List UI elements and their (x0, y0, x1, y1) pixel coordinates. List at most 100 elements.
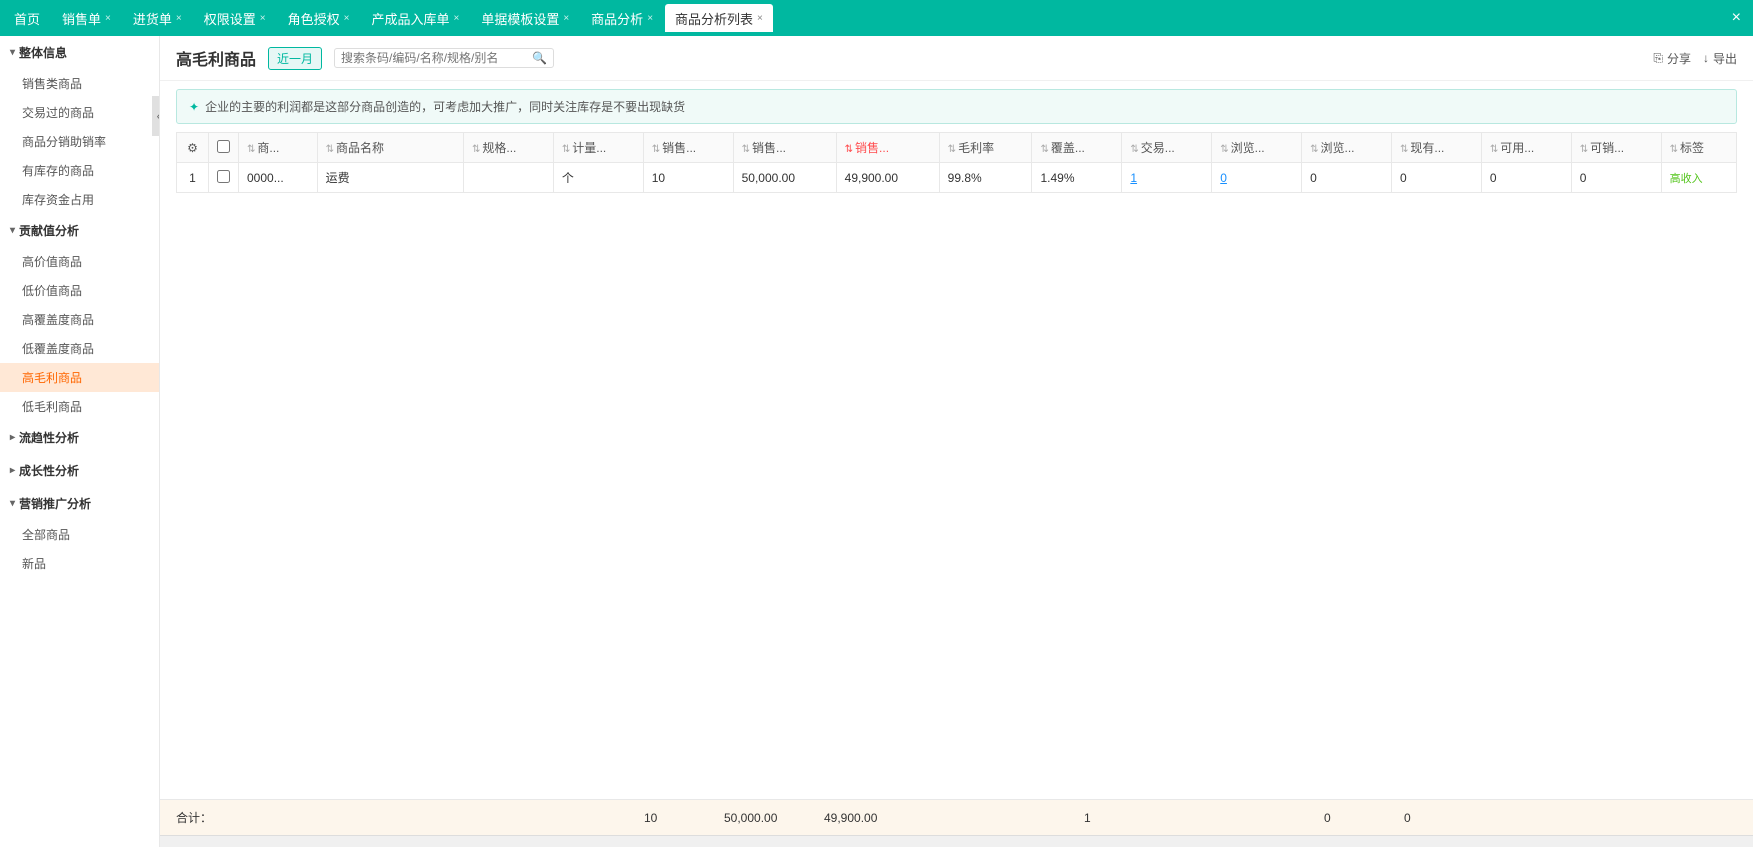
col-code[interactable]: ⇅商... (239, 133, 318, 163)
share-button[interactable]: ⎘ 分享 (1653, 50, 1691, 67)
filter-recent-month-button[interactable]: 近一月 (268, 47, 322, 70)
notice-text: 企业的主要的利润都是这部分商品创造的，可考虑加大推广，同时关注库存是不要出现缺货 (205, 98, 685, 115)
table-row: 1 0000... 运费 个 10 50,000.00 49,900.00 99… (177, 163, 1737, 193)
row-tag: 高收入 (1661, 163, 1736, 193)
footer-bar: 合计： 10 50,000.00 49,900.00 1 0 0 (160, 799, 1753, 835)
row-sales-qty: 10 (643, 163, 733, 193)
share-icon: ⎘ (1653, 51, 1663, 66)
sidebar-item-traded-goods[interactable]: 交易过的商品 (0, 98, 159, 127)
tab-product-analysis-list[interactable]: 商品分析列表 × (665, 4, 773, 32)
content-area: 高毛利商品 近一月 🔍 ⎘ 分享 ↓ 导出 ✦ 企业的主要的利润都是这部分商品创… (160, 36, 1753, 847)
col-transactions[interactable]: ⇅交易... (1122, 133, 1212, 163)
tab-permission-settings[interactable]: 权限设置 × (194, 4, 276, 32)
export-button[interactable]: ↓ 导出 (1703, 50, 1737, 67)
col-settings[interactable]: ⚙ (177, 133, 209, 163)
sidebar-item-inventory-capital[interactable]: 库存资金占用 (0, 185, 159, 214)
col-coverage[interactable]: ⇅覆盖... (1032, 133, 1122, 163)
arrow-right-icon: ▸ (10, 432, 15, 443)
sidebar-group-marketing[interactable]: ▾ 营销推广分析 (0, 487, 159, 520)
tag-badge: 高收入 (1670, 173, 1703, 185)
table-header-row: ⚙ ⇅商... ⇅商品名称 ⇅规格... ⇅计量... ⇅销售... ⇅销售..… (177, 133, 1737, 163)
col-name[interactable]: ⇅商品名称 (317, 133, 463, 163)
col-views2[interactable]: ⇅浏览... (1302, 133, 1392, 163)
sidebar-item-low-value[interactable]: 低价值商品 (0, 276, 159, 305)
tab-role-auth[interactable]: 角色授权 × (278, 4, 360, 32)
row-checkbox[interactable] (209, 163, 239, 193)
data-table: ⚙ ⇅商... ⇅商品名称 ⇅规格... ⇅计量... ⇅销售... ⇅销售..… (176, 132, 1737, 193)
sidebar-collapse-button[interactable]: « (152, 96, 160, 136)
tab-sales-order[interactable]: 销售单 × (52, 4, 121, 32)
row-sellable: 0 (1571, 163, 1661, 193)
col-current-stock[interactable]: ⇅现有... (1391, 133, 1481, 163)
sidebar-item-all-goods[interactable]: 全部商品 (0, 520, 159, 549)
arrow-right-icon: ▸ (10, 465, 15, 476)
sidebar-group-growth[interactable]: ▸ 成长性分析 (0, 454, 159, 487)
window-close-button[interactable]: × (1724, 9, 1749, 27)
close-icon[interactable]: × (260, 13, 266, 24)
sidebar-item-low-coverage[interactable]: 低覆盖度商品 (0, 334, 159, 363)
transactions-link[interactable]: 1 (1130, 171, 1137, 185)
col-sales-profit[interactable]: ⇅销售... (836, 133, 939, 163)
sidebar-group-trend[interactable]: ▸ 流趋性分析 (0, 421, 159, 454)
search-icon[interactable]: 🔍 (532, 51, 547, 65)
sidebar-item-high-coverage[interactable]: 高覆盖度商品 (0, 305, 159, 334)
tab-home[interactable]: 首页 (4, 4, 50, 32)
tab-template-settings[interactable]: 单据模板设置 × (471, 4, 579, 32)
sidebar-item-low-margin[interactable]: 低毛利商品 (0, 392, 159, 421)
col-sellable[interactable]: ⇅可销... (1571, 133, 1661, 163)
col-unit[interactable]: ⇅计量... (553, 133, 643, 163)
col-views1[interactable]: ⇅浏览... (1212, 133, 1302, 163)
content-header: 高毛利商品 近一月 🔍 ⎘ 分享 ↓ 导出 (160, 36, 1753, 81)
arrow-down-icon: ▾ (10, 47, 15, 58)
sidebar-item-stocked-goods[interactable]: 有库存的商品 (0, 156, 159, 185)
col-spec[interactable]: ⇅规格... (463, 133, 553, 163)
tab-purchase-order[interactable]: 进货单 × (123, 4, 192, 32)
row-index: 1 (177, 163, 209, 193)
col-gross-margin[interactable]: ⇅毛利率 (939, 133, 1032, 163)
col-tag[interactable]: ⇅标签 (1661, 133, 1736, 163)
sidebar-group-overall[interactable]: ▾ 整体信息 (0, 36, 159, 69)
tab-product-analysis[interactable]: 商品分析 × (581, 4, 663, 32)
close-icon[interactable]: × (344, 13, 350, 24)
col-sales-amount[interactable]: ⇅销售... (733, 133, 836, 163)
footer-current-stock: 0 (1316, 811, 1396, 825)
col-available[interactable]: ⇅可用... (1481, 133, 1571, 163)
row-name: 运费 (317, 163, 463, 193)
row-sales-profit: 49,900.00 (836, 163, 939, 193)
sidebar-item-sales-goods[interactable]: 销售类商品 (0, 69, 159, 98)
col-sales-qty[interactable]: ⇅销售... (643, 133, 733, 163)
close-icon[interactable]: × (647, 13, 653, 24)
header-actions: ⎘ 分享 ↓ 导出 (1653, 50, 1737, 67)
row-views1: 0 (1212, 163, 1302, 193)
sidebar-group-contribution[interactable]: ▾ 贡献值分析 (0, 214, 159, 247)
table-wrapper: ⚙ ⇅商... ⇅商品名称 ⇅规格... ⇅计量... ⇅销售... ⇅销售..… (160, 132, 1753, 799)
row-current-stock: 0 (1391, 163, 1481, 193)
export-icon: ↓ (1703, 51, 1709, 65)
close-icon[interactable]: × (453, 13, 459, 24)
close-icon[interactable]: × (176, 13, 182, 24)
main-layout: ▾ 整体信息 销售类商品 交易过的商品 商品分销助销率 有库存的商品 库存资金占… (0, 36, 1753, 847)
sidebar-item-distribution-rate[interactable]: 商品分销助销率 (0, 127, 159, 156)
row-transactions: 1 (1122, 163, 1212, 193)
row-select-checkbox[interactable] (217, 170, 230, 183)
col-checkbox[interactable] (209, 133, 239, 163)
sidebar-item-high-margin[interactable]: 高毛利商品 (0, 363, 159, 392)
sidebar-item-high-value[interactable]: 高价值商品 (0, 247, 159, 276)
close-icon[interactable]: × (757, 13, 763, 24)
search-box: 🔍 (334, 48, 554, 68)
select-all-checkbox[interactable] (217, 140, 230, 153)
search-input[interactable] (341, 51, 528, 65)
footer-label: 合计： (176, 809, 396, 826)
footer-available: 0 (1396, 811, 1476, 825)
footer-sales-qty: 10 (636, 811, 716, 825)
row-spec (463, 163, 553, 193)
horizontal-scrollbar[interactable] (160, 835, 1753, 847)
footer-sales-profit: 49,900.00 (816, 811, 916, 825)
close-icon[interactable]: × (105, 13, 111, 24)
row-sales-amount: 50,000.00 (733, 163, 836, 193)
arrow-down-icon: ▾ (10, 498, 15, 509)
views1-link[interactable]: 0 (1220, 171, 1227, 185)
close-icon[interactable]: × (563, 13, 569, 24)
tab-finished-goods[interactable]: 产成品入库单 × (361, 4, 469, 32)
sidebar-item-new-products[interactable]: 新品 (0, 549, 159, 578)
